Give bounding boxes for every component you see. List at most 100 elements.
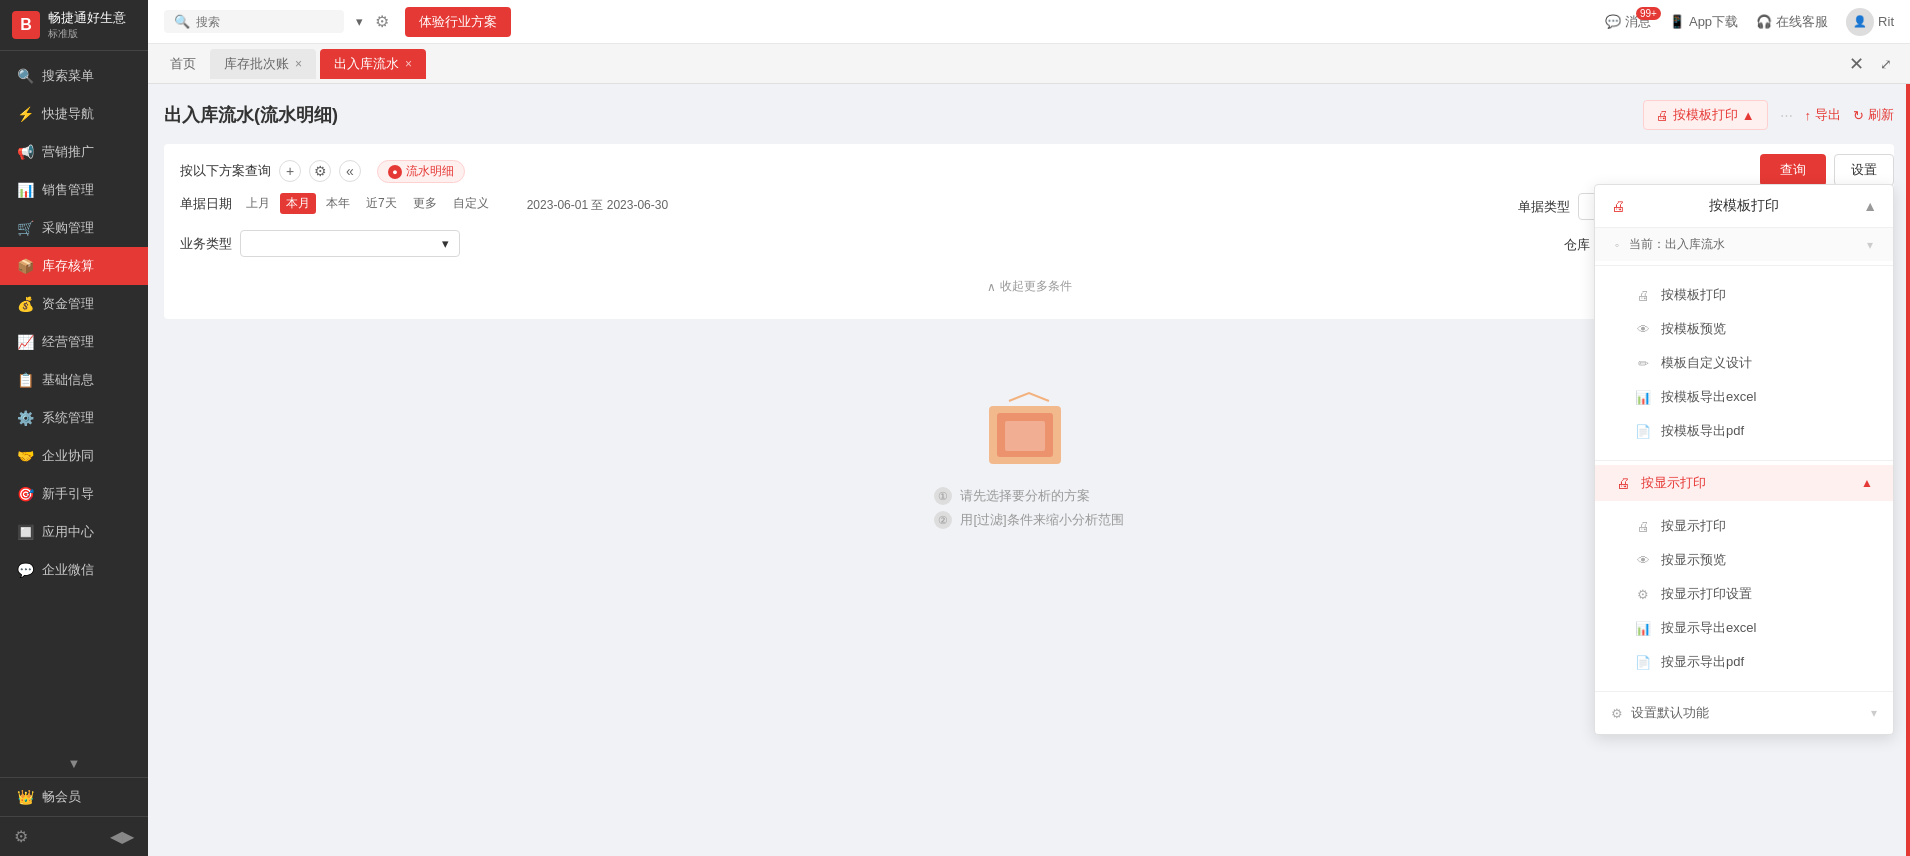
dropdown-current-item[interactable]: ◦ 当前：出入库流水 ▾: [1595, 228, 1893, 261]
display-section-label: 按显示打印: [1641, 474, 1706, 492]
sidebar-item-inventory[interactable]: 📦 库存核算: [0, 247, 148, 285]
display-section-header[interactable]: 🖨 按显示打印 ▲: [1595, 465, 1893, 501]
date-btn-current-year[interactable]: 本年: [320, 193, 356, 214]
footer-arrow: ▾: [1871, 706, 1877, 720]
date-btn-custom[interactable]: 自定义: [447, 193, 495, 214]
window-close-icon[interactable]: ✕: [1844, 52, 1868, 76]
online-service-btn[interactable]: 🎧 在线客服: [1756, 13, 1828, 31]
tab-close-icon[interactable]: ×: [295, 57, 302, 71]
chevron-down-icon: ▾: [356, 14, 363, 29]
display-preview-icon: 👁: [1635, 553, 1651, 568]
user-avatar-area[interactable]: 👤 Rit: [1846, 8, 1894, 36]
gear-icon[interactable]: ⚙: [375, 12, 389, 31]
export-button[interactable]: ↑ 导出: [1805, 106, 1842, 124]
sidebar-item-sales[interactable]: 📊 销售管理: [0, 171, 148, 209]
sidebar-item-enterprise[interactable]: 🤝 企业协同: [0, 437, 148, 475]
app-logo: B 畅捷通好生意 标准版: [0, 0, 148, 51]
filter-settings-button[interactable]: ⚙: [309, 160, 331, 182]
tab-home[interactable]: 首页: [160, 49, 206, 79]
print-template-button[interactable]: 🖨 按模板打印 ▲: [1643, 100, 1768, 130]
tab-label: 出入库流水: [334, 55, 399, 73]
business-type-select[interactable]: ▾: [240, 230, 460, 257]
tip-num-1: ①: [934, 487, 952, 505]
template-pdf-label: 按模板导出pdf: [1661, 422, 1744, 440]
sidebar-item-marketing[interactable]: 📢 营销推广: [0, 133, 148, 171]
active-filter-tag[interactable]: ● 流水明细: [377, 160, 465, 183]
settings-button[interactable]: 设置: [1834, 154, 1894, 186]
header-search-box[interactable]: 🔍: [164, 10, 344, 33]
tip-text-2: 用[过滤]条件来缩小分析范围: [960, 511, 1123, 529]
window-expand-icon[interactable]: ⤢: [1874, 52, 1898, 76]
date-btn-more[interactable]: 更多: [407, 193, 443, 214]
settings-footer-icon[interactable]: ⚙: [14, 827, 28, 846]
tip-num-2: ②: [934, 511, 952, 529]
right-edge-resize[interactable]: [1906, 84, 1910, 856]
template-pdf-icon: 📄: [1635, 424, 1651, 439]
display-settings-icon: ⚙: [1635, 587, 1651, 602]
dropdown-chevron-up[interactable]: ▲: [1863, 198, 1877, 214]
sidebar-item-finance[interactable]: 💰 资金管理: [0, 285, 148, 323]
sidebar-item-guide[interactable]: 🎯 新手引导: [0, 475, 148, 513]
app-center-icon: 🔲: [16, 524, 34, 540]
message-badge: 99+: [1636, 7, 1661, 20]
trial-button[interactable]: 体验行业方案: [405, 7, 511, 37]
user-name: Rit: [1878, 14, 1894, 29]
sidebar-scroll-down[interactable]: ▼: [0, 750, 148, 777]
logo-icon: B: [12, 11, 40, 39]
sidebar-item-quick-nav[interactable]: ⚡ 快捷导航: [0, 95, 148, 133]
basic-icon: 📋: [16, 372, 34, 388]
divider-2: [1595, 460, 1893, 461]
chevron-up-collapse-icon: ∧: [987, 280, 996, 294]
sidebar-item-purchase[interactable]: 🛒 采购管理: [0, 209, 148, 247]
dropdown-template-pdf[interactable]: 📄 按模板导出pdf: [1595, 414, 1893, 448]
date-btn-current-month[interactable]: 本月: [280, 193, 316, 214]
date-label: 单据日期: [180, 195, 232, 213]
app-download-label: App下载: [1689, 13, 1738, 31]
sidebar-item-wechat[interactable]: 💬 企业微信: [0, 551, 148, 589]
dropdown-display-preview[interactable]: 👁 按显示预览: [1595, 543, 1893, 577]
dropdown-display-excel[interactable]: 📊 按显示导出excel: [1595, 611, 1893, 645]
filter-top-actions: + ⚙ «: [279, 160, 361, 182]
brand-name: 畅捷通好生意: [48, 10, 126, 27]
date-btn-last-7days[interactable]: 近7天: [360, 193, 403, 214]
header-dropdown[interactable]: ▾: [356, 14, 363, 29]
header-right: 💬 消息 99+ 📱 App下载 🎧 在线客服 👤 Rit: [1605, 8, 1894, 36]
tab-batch-account[interactable]: 库存批次账 ×: [210, 49, 316, 79]
filter-date-group: 单据日期 上月 本月 本年 近7天 更多 自定义: [180, 193, 495, 214]
sidebar-item-label: 快捷导航: [42, 105, 94, 123]
tab-inout-flow[interactable]: 出入库流水 ×: [320, 49, 426, 79]
sidebar-item-app-center[interactable]: 🔲 应用中心: [0, 513, 148, 551]
sidebar-item-basic[interactable]: 📋 基础信息: [0, 361, 148, 399]
search-input[interactable]: [196, 15, 326, 29]
query-button[interactable]: 查询: [1760, 154, 1826, 186]
message-btn[interactable]: 💬 消息 99+: [1605, 13, 1651, 31]
sidebar-item-member[interactable]: 👑 畅会员: [0, 777, 148, 816]
collapse-sidebar-icon[interactable]: ◀▶: [110, 827, 134, 846]
display-excel-icon: 📊: [1635, 621, 1651, 636]
sidebar-item-system[interactable]: ⚙️ 系统管理: [0, 399, 148, 437]
footer-label[interactable]: 设置默认功能: [1631, 704, 1709, 722]
dropdown-template-print[interactable]: 🖨 按模板打印: [1595, 278, 1893, 312]
filter-section-label-group: 按以下方案查询 + ⚙ «: [180, 160, 361, 182]
quick-nav-icon: ⚡: [16, 106, 34, 122]
sidebar-item-operation[interactable]: 📈 经营管理: [0, 323, 148, 361]
dropdown-display-settings[interactable]: ⚙ 按显示打印设置: [1595, 577, 1893, 611]
wechat-icon: 💬: [16, 562, 34, 578]
main-area: 🔍 ▾ ⚙ 体验行业方案 💬 消息 99+ 📱 App下载 🎧: [148, 0, 1910, 856]
dropdown-template-preview[interactable]: 👁 按模板预览: [1595, 312, 1893, 346]
dropdown-template-custom[interactable]: ✏ 模板自定义设计: [1595, 346, 1893, 380]
dropdown-display-print[interactable]: 🖨 按显示打印: [1595, 509, 1893, 543]
refresh-button[interactable]: ↻ 刷新: [1853, 106, 1894, 124]
add-filter-button[interactable]: +: [279, 160, 301, 182]
date-range-text: 2023-06-01 至 2023-06-30: [527, 197, 668, 214]
display-section: 🖨 按显示打印 👁 按显示预览 ⚙ 按显示打印设置 📊 按显示导出excel: [1595, 501, 1893, 687]
tab-close-active-icon[interactable]: ×: [405, 57, 412, 71]
collapse-filter-button[interactable]: «: [339, 160, 361, 182]
sidebar-item-label: 库存核算: [42, 257, 94, 275]
phone-icon: 📱: [1669, 14, 1685, 29]
sidebar-item-search[interactable]: 🔍 搜索菜单: [0, 57, 148, 95]
app-download-btn[interactable]: 📱 App下载: [1669, 13, 1738, 31]
dropdown-display-pdf[interactable]: 📄 按显示导出pdf: [1595, 645, 1893, 679]
date-btn-last-month[interactable]: 上月: [240, 193, 276, 214]
dropdown-template-excel[interactable]: 📊 按模板导出excel: [1595, 380, 1893, 414]
